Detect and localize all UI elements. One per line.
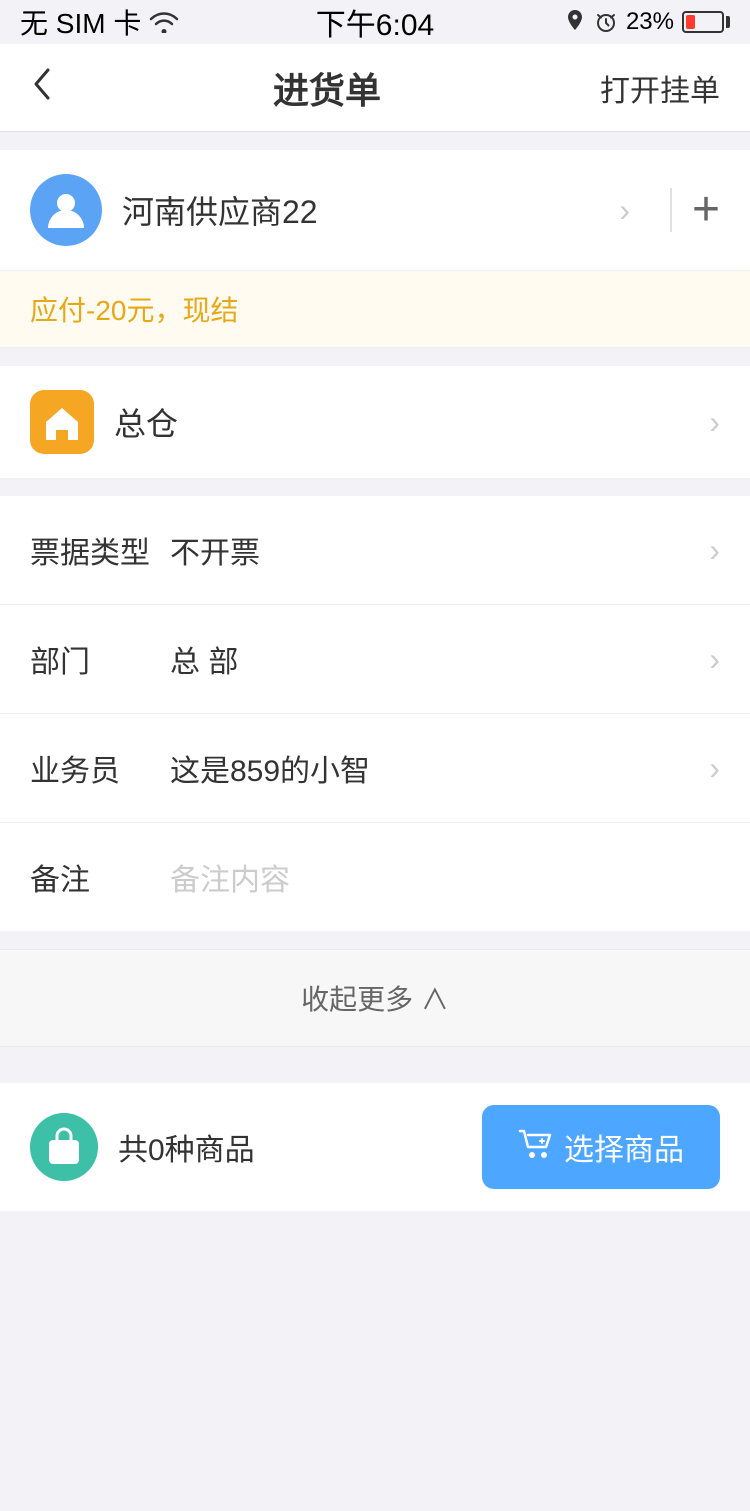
nav-bar: 进货单 打开挂单 [0, 44, 750, 132]
salesman-label: 业务员 [30, 746, 170, 790]
page-background [0, 1211, 750, 1511]
select-product-label: 选择商品 [564, 1125, 684, 1169]
department-row[interactable]: 部门 总 部 › [0, 605, 750, 714]
house-icon [42, 402, 82, 442]
remark-row[interactable]: 备注 备注内容 [0, 823, 750, 931]
department-chevron-icon: › [709, 641, 720, 678]
warehouse-section: 总仓 › [0, 366, 750, 478]
collapse-section[interactable]: 收起更多 ∧ [0, 949, 750, 1047]
warehouse-row[interactable]: 总仓 › [0, 366, 750, 478]
invoice-type-value: 不开票 [170, 528, 709, 572]
separator-1 [0, 132, 750, 150]
supplier-name: 河南供应商22 [122, 187, 619, 233]
wifi-icon [149, 11, 179, 33]
salesman-chevron-icon: › [709, 750, 720, 787]
separator-2 [0, 348, 750, 366]
supplier-divider [670, 188, 672, 232]
salesman-row[interactable]: 业务员 这是859的小智 › [0, 714, 750, 823]
supplier-section: 河南供应商22 › + 应付-20元，现结 [0, 150, 750, 348]
page-title: 进货单 [273, 62, 381, 114]
status-time: 下午6:04 [316, 0, 434, 44]
supplier-row[interactable]: 河南供应商22 › + [0, 150, 750, 271]
warehouse-chevron-icon: › [709, 404, 720, 441]
carrier-text: 无 SIM 卡 [20, 2, 141, 42]
remark-input[interactable]: 备注内容 [170, 855, 720, 899]
battery-percent: 23% [626, 8, 674, 36]
supplier-chevron-icon: › [619, 192, 630, 229]
product-count-text: 共0种商品 [118, 1125, 482, 1169]
supplier-avatar [30, 174, 102, 246]
form-section: 票据类型 不开票 › 部门 总 部 › 业务员 这是859的小智 › 备注 备注… [0, 496, 750, 931]
salesman-value: 这是859的小智 [170, 746, 709, 790]
back-button[interactable] [30, 64, 54, 112]
department-value: 总 部 [170, 637, 709, 681]
shopping-bag-icon [43, 1126, 85, 1168]
collapse-button[interactable]: 收起更多 ∧ [301, 984, 449, 1015]
cart-icon [518, 1127, 554, 1168]
remark-label: 备注 [30, 855, 170, 899]
invoice-type-chevron-icon: › [709, 532, 720, 569]
product-count-icon [30, 1113, 98, 1181]
warehouse-icon [30, 390, 94, 454]
invoice-type-row[interactable]: 票据类型 不开票 › [0, 496, 750, 605]
separator-3 [0, 1047, 750, 1065]
notice-bar: 应付-20元，现结 [0, 271, 750, 348]
status-right: 23% [564, 8, 730, 36]
status-bar: 无 SIM 卡 下午6:04 23% [0, 0, 750, 44]
invoice-type-label: 票据类型 [30, 528, 170, 572]
department-label: 部门 [30, 637, 170, 681]
battery-indicator [682, 11, 730, 33]
status-carrier: 无 SIM 卡 [20, 2, 179, 42]
warehouse-name: 总仓 [114, 399, 709, 445]
person-icon [44, 188, 88, 232]
alarm-icon [594, 10, 618, 34]
select-product-button[interactable]: 选择商品 [482, 1105, 720, 1189]
location-icon [564, 10, 586, 34]
bottom-bar: 共0种商品 选择商品 [0, 1083, 750, 1211]
notice-text: 应付-20元，现结 [30, 295, 238, 326]
add-supplier-button[interactable]: + [692, 186, 720, 234]
open-pending-button[interactable]: 打开挂单 [600, 66, 720, 110]
